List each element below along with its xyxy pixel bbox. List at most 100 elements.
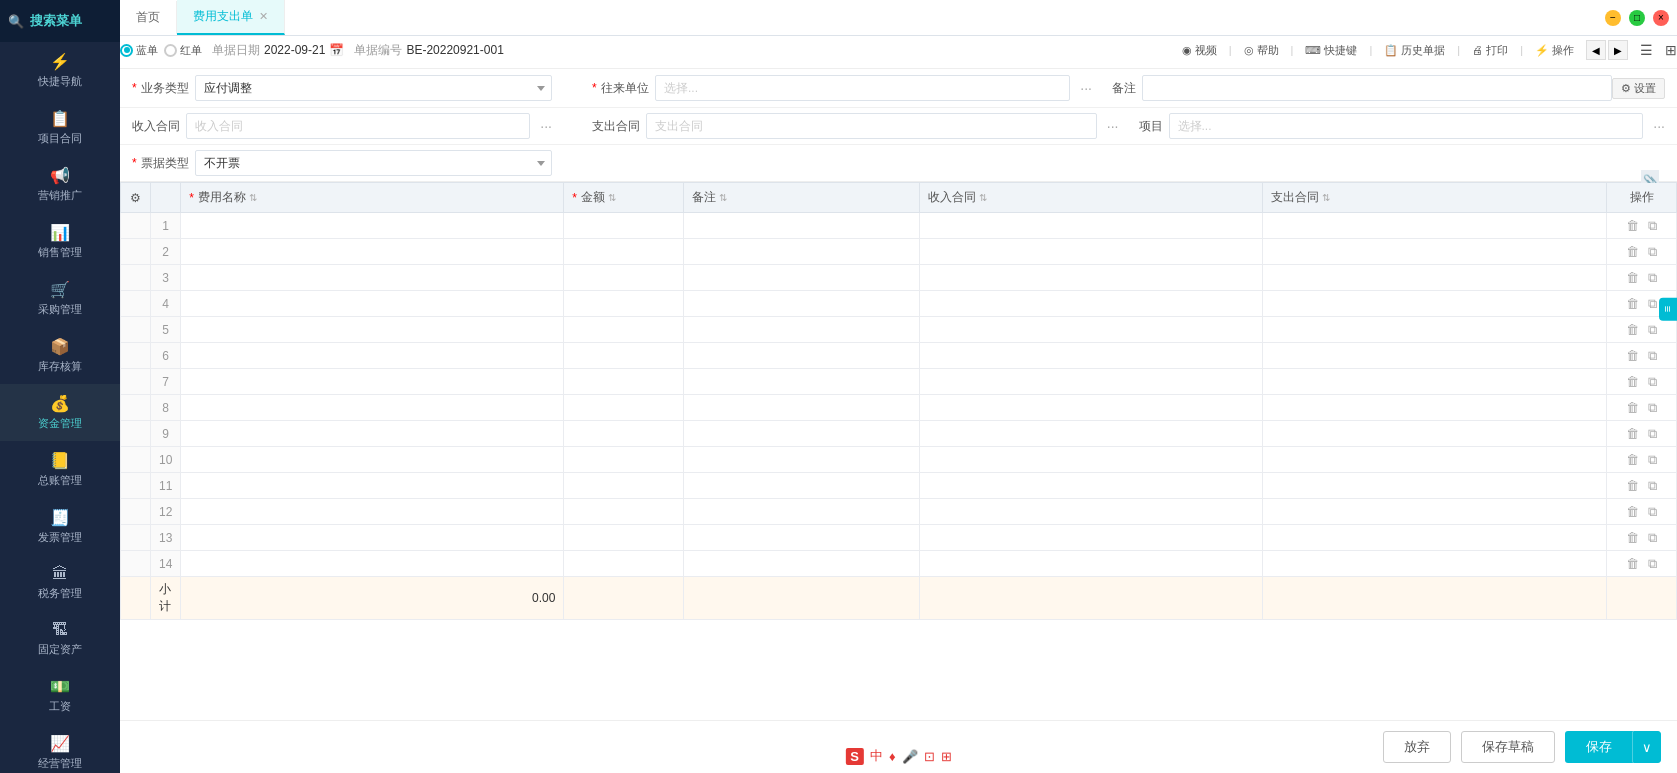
sidebar-item-invoice[interactable]: 🧾 发票管理: [0, 498, 120, 555]
delete-icon-14[interactable]: 🗑: [1626, 556, 1639, 571]
th-income-contract[interactable]: 收入合同 ⇅: [919, 183, 1263, 213]
help-action[interactable]: ◎ 帮助: [1244, 43, 1279, 58]
copy-icon-5[interactable]: ⧉: [1648, 322, 1657, 337]
row-expense-name-12[interactable]: [181, 499, 564, 525]
row-remark-5[interactable]: [684, 317, 919, 343]
row-income-contract-14[interactable]: [919, 551, 1263, 577]
save-main-button[interactable]: 保存: [1565, 731, 1633, 763]
row-expense-name-6[interactable]: [181, 343, 564, 369]
delete-icon-1[interactable]: 🗑: [1626, 218, 1639, 233]
row-expense-contract-6[interactable]: [1263, 343, 1607, 369]
row-remark-7[interactable]: [684, 369, 919, 395]
row-amount-6[interactable]: [564, 343, 684, 369]
row-expense-contract-1[interactable]: [1263, 213, 1607, 239]
row-expense-name-8[interactable]: [181, 395, 564, 421]
row-remark-6[interactable]: [684, 343, 919, 369]
grid-view-icon[interactable]: ⊞: [1665, 42, 1677, 58]
minimize-button[interactable]: −: [1605, 10, 1621, 26]
row-remark-1[interactable]: [684, 213, 919, 239]
row-expense-name-5[interactable]: [181, 317, 564, 343]
row-amount-2[interactable]: [564, 239, 684, 265]
save-draft-button[interactable]: 保存草稿: [1461, 731, 1555, 763]
sidebar-item-accounting[interactable]: 📒 总账管理: [0, 441, 120, 498]
row-expense-name-10[interactable]: [181, 447, 564, 473]
row-expense-name-2[interactable]: [181, 239, 564, 265]
calendar-icon[interactable]: 📅: [329, 43, 344, 57]
sidebar-item-fixed-assets[interactable]: 🏗 固定资产: [0, 611, 120, 667]
row-income-contract-1[interactable]: [919, 213, 1263, 239]
row-amount-12[interactable]: [564, 499, 684, 525]
blue-bill-radio[interactable]: 蓝单: [120, 43, 158, 58]
row-income-contract-4[interactable]: [919, 291, 1263, 317]
sidebar-item-marketing[interactable]: 📢 营销推广: [0, 156, 120, 213]
sidebar-item-finance[interactable]: 💰 资金管理: [0, 384, 120, 441]
row-amount-5[interactable]: [564, 317, 684, 343]
shortcut-action[interactable]: ⌨ 快捷键: [1305, 43, 1357, 58]
row-expense-name-3[interactable]: [181, 265, 564, 291]
copy-icon-9[interactable]: ⧉: [1648, 426, 1657, 441]
row-amount-10[interactable]: [564, 447, 684, 473]
sidebar-item-sales[interactable]: 📊 销售管理: [0, 213, 120, 270]
close-button[interactable]: ×: [1653, 10, 1669, 26]
delete-icon-2[interactable]: 🗑: [1626, 244, 1639, 259]
history-action[interactable]: 📋 历史单据: [1384, 43, 1445, 58]
discard-button[interactable]: 放弃: [1383, 731, 1451, 763]
row-income-contract-9[interactable]: [919, 421, 1263, 447]
row-amount-13[interactable]: [564, 525, 684, 551]
sidebar-item-quick-nav[interactable]: ⚡ 快捷导航: [0, 42, 120, 99]
row-expense-contract-5[interactable]: [1263, 317, 1607, 343]
row-remark-13[interactable]: [684, 525, 919, 551]
row-amount-1[interactable]: [564, 213, 684, 239]
maximize-button[interactable]: □: [1629, 10, 1645, 26]
row-remark-12[interactable]: [684, 499, 919, 525]
sidebar-header[interactable]: 🔍 搜索菜单: [0, 0, 120, 42]
row-expense-contract-12[interactable]: [1263, 499, 1607, 525]
row-expense-contract-4[interactable]: [1263, 291, 1607, 317]
copy-icon-7[interactable]: ⧉: [1648, 374, 1657, 389]
copy-icon-13[interactable]: ⧉: [1648, 530, 1657, 545]
sidebar-item-inventory[interactable]: 📦 库存核算: [0, 327, 120, 384]
row-expense-name-7[interactable]: [181, 369, 564, 395]
tab-expense[interactable]: 费用支出单 ✕: [177, 0, 285, 35]
row-remark-3[interactable]: [684, 265, 919, 291]
row-expense-name-13[interactable]: [181, 525, 564, 551]
row-income-contract-5[interactable]: [919, 317, 1263, 343]
row-expense-contract-10[interactable]: [1263, 447, 1607, 473]
delete-icon-11[interactable]: 🗑: [1626, 478, 1639, 493]
copy-icon-11[interactable]: ⧉: [1648, 478, 1657, 493]
operate-action[interactable]: ⚡ 操作: [1535, 43, 1574, 58]
row-amount-9[interactable]: [564, 421, 684, 447]
row-remark-2[interactable]: [684, 239, 919, 265]
row-remark-14[interactable]: [684, 551, 919, 577]
row-expense-contract-13[interactable]: [1263, 525, 1607, 551]
row-income-contract-3[interactable]: [919, 265, 1263, 291]
row-expense-contract-9[interactable]: [1263, 421, 1607, 447]
copy-icon-4[interactable]: ⧉: [1648, 296, 1657, 311]
tab-home[interactable]: 首页: [120, 1, 177, 34]
income-contract-more[interactable]: ···: [540, 118, 552, 134]
row-remark-4[interactable]: [684, 291, 919, 317]
copy-icon-12[interactable]: ⧉: [1648, 504, 1657, 519]
next-btn[interactable]: ▶: [1608, 40, 1628, 60]
delete-icon-12[interactable]: 🗑: [1626, 504, 1639, 519]
row-amount-7[interactable]: [564, 369, 684, 395]
copy-icon-6[interactable]: ⧉: [1648, 348, 1657, 363]
row-remark-11[interactable]: [684, 473, 919, 499]
row-amount-11[interactable]: [564, 473, 684, 499]
delete-icon-8[interactable]: 🗑: [1626, 400, 1639, 415]
row-remark-8[interactable]: [684, 395, 919, 421]
copy-icon-10[interactable]: ⧉: [1648, 452, 1657, 467]
settings-button[interactable]: ⚙ 设置: [1612, 78, 1665, 99]
row-income-contract-12[interactable]: [919, 499, 1263, 525]
prev-btn[interactable]: ◀: [1586, 40, 1606, 60]
row-expense-name-14[interactable]: [181, 551, 564, 577]
sidebar-item-operations[interactable]: 📈 经营管理: [0, 724, 120, 773]
row-amount-3[interactable]: [564, 265, 684, 291]
row-expense-contract-3[interactable]: [1263, 265, 1607, 291]
th-remark[interactable]: 备注 ⇅: [684, 183, 919, 213]
th-expense-name[interactable]: * 费用名称 ⇅: [181, 183, 564, 213]
delete-icon-13[interactable]: 🗑: [1626, 530, 1639, 545]
tab-expense-close[interactable]: ✕: [259, 10, 268, 23]
row-income-contract-2[interactable]: [919, 239, 1263, 265]
invoice-type-input[interactable]: 不开票: [195, 150, 552, 176]
